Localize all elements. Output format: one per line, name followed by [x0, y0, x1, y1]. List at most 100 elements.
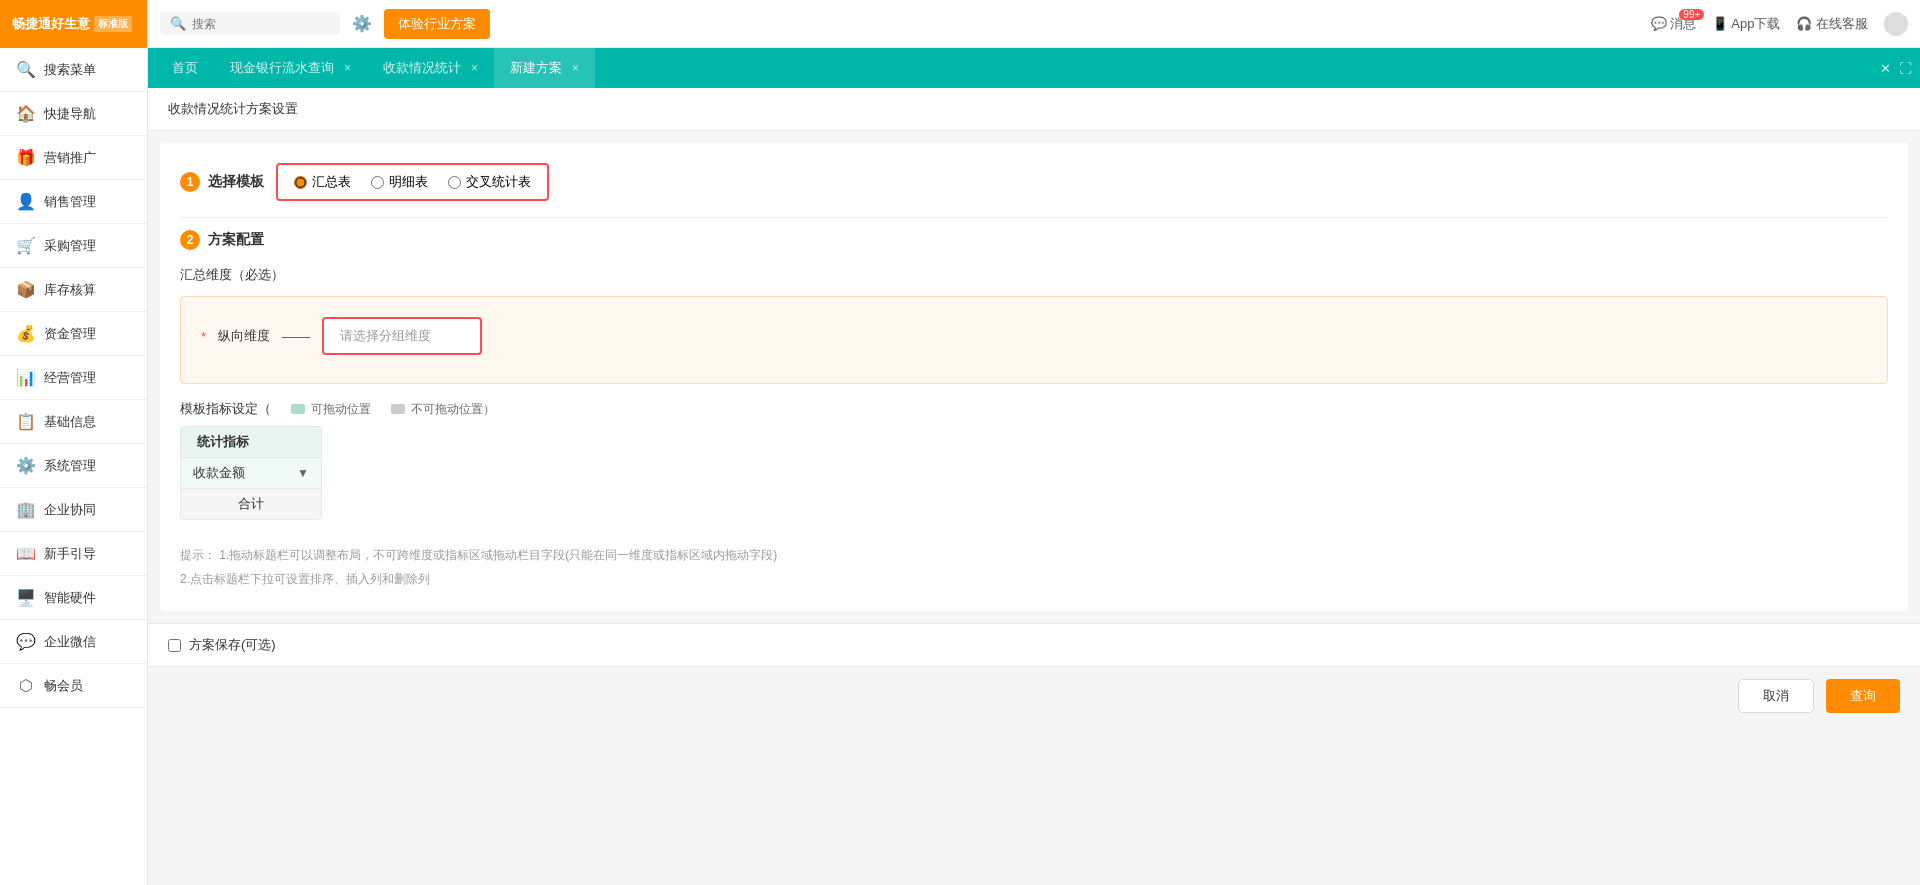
section1-title: 选择模板: [208, 173, 264, 191]
logo-text: 畅捷通好生意: [12, 15, 90, 33]
required-star: *: [201, 329, 206, 344]
topbar: 🔍 ⚙️ 体验行业方案 💬 消息 99+ 📱 App下载 🎧 在线客服: [148, 0, 1920, 48]
tab-label-receipt: 收款情况统计: [383, 59, 461, 77]
radio-label-detail: 明细表: [389, 173, 428, 191]
message-badge[interactable]: 💬 消息 99+: [1651, 15, 1697, 33]
service-label: 在线客服: [1816, 16, 1868, 31]
sidebar-item-quick-nav[interactable]: 🏠快捷导航: [0, 92, 147, 136]
radio-detail[interactable]: [371, 176, 384, 189]
inventory-icon: 📦: [16, 280, 36, 299]
query-button[interactable]: 查询: [1826, 679, 1900, 713]
operation-label: 经营管理: [44, 369, 96, 387]
metrics-label: 模板指标设定（: [180, 400, 271, 418]
sales-icon: 👤: [16, 192, 36, 211]
sidebar-item-smart-hw[interactable]: 🖥️ 智能硬件: [0, 576, 147, 620]
topbar-right: 💬 消息 99+ 📱 App下载 🎧 在线客服: [1651, 12, 1908, 36]
arrow-icon: ——: [282, 328, 310, 344]
save-checkbox[interactable]: [168, 639, 181, 652]
nav-tab-receipt[interactable]: 收款情况统计 ×: [367, 48, 494, 88]
message-icon: 💬: [1651, 16, 1667, 31]
sidebar-item-marketing[interactable]: 🎁 营销推广: [0, 136, 147, 180]
sidebar-item-system[interactable]: ⚙️ 系统管理: [0, 444, 147, 488]
metrics-row[interactable]: 收款金额 ▼: [181, 458, 321, 488]
sidebar-item-sales[interactable]: 👤 销售管理: [0, 180, 147, 224]
sidebar-item-enterprise[interactable]: 🏢 企业协同: [0, 488, 147, 532]
sidebar-item-newbie[interactable]: 📖新手引导: [0, 532, 147, 576]
section1-row: 1 选择模板 汇总表明细表交叉统计表: [180, 163, 1888, 201]
metric-dropdown-icon[interactable]: ▼: [297, 466, 309, 480]
tab-close-new-plan[interactable]: ×: [572, 61, 579, 75]
sidebar-item-basic-info[interactable]: 📋基础信息: [0, 400, 147, 444]
template-option-summary[interactable]: 汇总表: [294, 173, 351, 191]
nav-tab-home[interactable]: 首页: [156, 48, 214, 88]
smart-hw-icon: 🖥️: [16, 588, 36, 607]
quick-nav-icon: 🏠: [16, 104, 36, 123]
sidebar-item-finance[interactable]: 💰 资金管理: [0, 312, 147, 356]
sidebar-item-purchase[interactable]: 🛒采购管理: [0, 224, 147, 268]
inventory-label: 库存核算: [44, 281, 96, 299]
enterprise-icon: 🏢: [16, 500, 36, 519]
metrics-table: 统计指标 收款金额 ▼ 合计: [180, 426, 322, 520]
vertical-dim-row: * 纵向维度 —— 请选择分组维度: [201, 317, 1867, 355]
metrics-subtotal: 合计: [181, 488, 321, 519]
user-avatar[interactable]: [1884, 12, 1908, 36]
marketing-label: 营销推广: [44, 149, 96, 167]
save-label[interactable]: 方案保存(可选): [189, 636, 276, 654]
sales-label: 销售管理: [44, 193, 96, 211]
config-section: 汇总维度（必选） * 纵向维度 —— 请选择分组维度 模板指标设定（: [180, 266, 1888, 591]
radio-label-summary: 汇总表: [312, 173, 351, 191]
finance-icon: 💰: [16, 324, 36, 343]
search-menu-label: 搜索菜单: [44, 61, 96, 79]
system-icon: ⚙️: [16, 456, 36, 475]
draggable-text: 可拖动位置: [311, 401, 371, 418]
template-option-cross[interactable]: 交叉统计表: [448, 173, 531, 191]
sidebar: 畅捷通好生意 标准版 🔍搜索菜单🏠快捷导航 🎁 营销推广 👤 销售管理 🛒采购管理 📦 库存核…: [0, 0, 148, 885]
metric-name: 收款金额: [193, 464, 289, 482]
sidebar-item-search-menu[interactable]: 🔍搜索菜单: [0, 48, 147, 92]
template-selection: 汇总表 明细表 交叉统计表: [276, 163, 549, 201]
sidebar-item-operation[interactable]: 📊 经营管理: [0, 356, 147, 400]
enterprise-label: 企业协同: [44, 501, 96, 519]
system-label: 系统管理: [44, 457, 96, 475]
close-window-icon[interactable]: ✕: [1880, 61, 1891, 76]
smart-hw-label: 智能硬件: [44, 589, 96, 607]
nav-tab-new-plan[interactable]: 新建方案×: [494, 48, 595, 88]
cancel-button[interactable]: 取消: [1738, 679, 1814, 713]
content-area: 收款情况统计方案设置 1 选择模板 汇总表明细表交叉统计表 2 方案配置 汇总维…: [148, 88, 1920, 885]
finance-label: 资金管理: [44, 325, 96, 343]
nav-tab-bank[interactable]: 现金银行流水查询×: [214, 48, 367, 88]
badge-count: 99+: [1679, 9, 1704, 20]
template-option-detail[interactable]: 明细表: [371, 173, 428, 191]
radio-cross[interactable]: [448, 176, 461, 189]
tab-close-receipt[interactable]: ×: [471, 61, 478, 75]
main-card: 1 选择模板 汇总表明细表交叉统计表 2 方案配置 汇总维度（必选） * 纵向: [160, 143, 1908, 611]
app-download[interactable]: 📱 App下载: [1712, 15, 1780, 33]
tips-section: 提示： 1.拖动标题栏可以调整布局，不可跨维度或指标区域拖动栏目字段(只能在同一…: [180, 543, 1888, 591]
industry-btn[interactable]: 体验行业方案: [384, 9, 490, 39]
marketing-icon: 🎁: [16, 148, 36, 167]
newbie-label: 新手引导: [44, 545, 96, 563]
basic-info-label: 基础信息: [44, 413, 96, 431]
logo-tag: 标准版: [94, 16, 132, 32]
nav-tabs: 首页现金银行流水查询×收款情况统计×新建方案×✕⛶: [148, 48, 1920, 88]
footer-bar: 取消 查询: [148, 666, 1920, 725]
operation-icon: 📊: [16, 368, 36, 387]
wechat-icon: 💬: [16, 632, 36, 651]
group-dimension-select[interactable]: 请选择分组维度: [322, 317, 482, 355]
non-draggable-text: 不可拖动位置）: [411, 401, 495, 418]
tab-close-bank[interactable]: ×: [344, 61, 351, 75]
radio-label-cross: 交叉统计表: [466, 173, 531, 191]
maximize-icon[interactable]: ⛶: [1899, 61, 1912, 76]
settings-icon[interactable]: ⚙️: [352, 14, 372, 33]
online-service[interactable]: 🎧 在线客服: [1796, 15, 1868, 33]
sidebar-item-member[interactable]: ⬡畅会员: [0, 664, 147, 708]
sidebar-item-wechat[interactable]: 💬企业微信: [0, 620, 147, 664]
sidebar-item-inventory[interactable]: 📦 库存核算: [0, 268, 147, 312]
metrics-header: 模板指标设定（ 可拖动位置 不可拖动位置）: [180, 400, 1888, 418]
section2-number: 2: [180, 230, 200, 250]
radio-summary[interactable]: [294, 176, 307, 189]
vertical-label: 纵向维度: [218, 327, 270, 345]
search-box[interactable]: 🔍: [160, 12, 340, 35]
dimension-area: * 纵向维度 —— 请选择分组维度: [180, 296, 1888, 384]
search-input[interactable]: [192, 17, 322, 31]
